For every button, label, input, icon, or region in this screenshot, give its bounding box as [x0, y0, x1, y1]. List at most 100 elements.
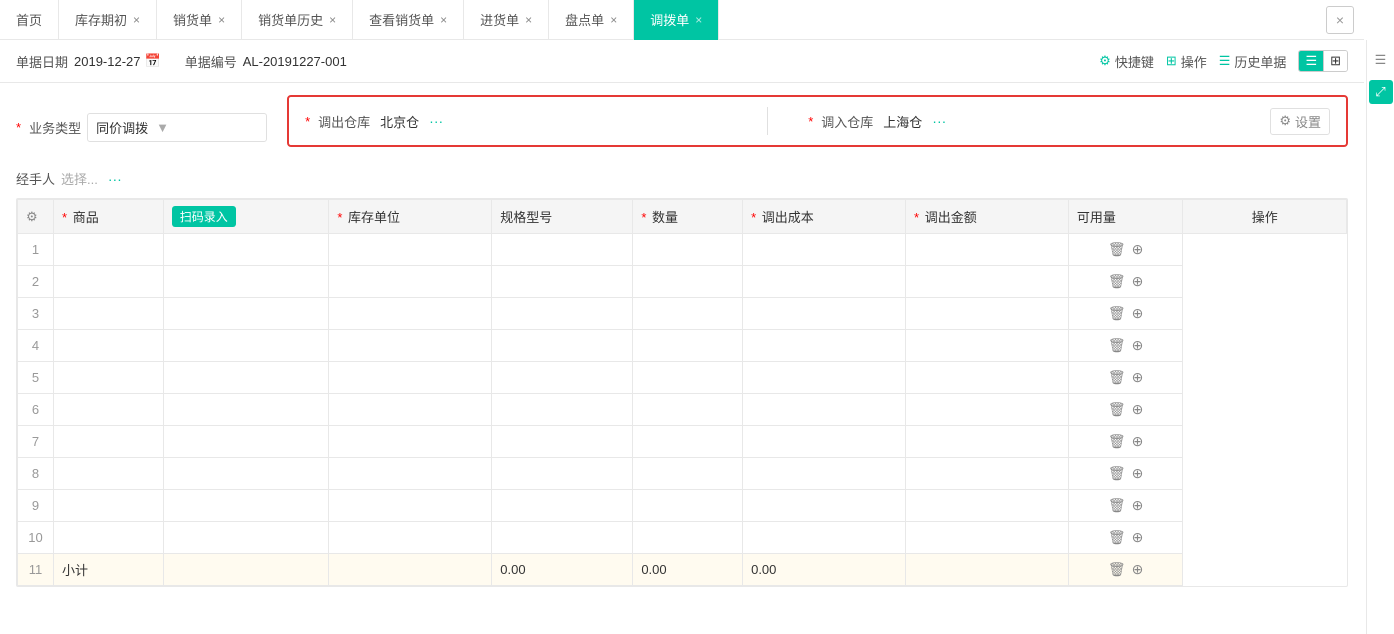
quantity-cell-10[interactable] [492, 522, 633, 554]
cost-cell-10[interactable] [633, 522, 743, 554]
scan-button[interactable]: 扫码录入 [172, 206, 236, 227]
copy-icon-3[interactable]: ⊕ [1132, 305, 1144, 322]
list-view-button[interactable]: ☰ [1299, 51, 1324, 71]
calendar-icon[interactable]: 📅 [145, 53, 161, 69]
tab-inventory-check-close[interactable]: × [610, 13, 617, 27]
copy-icon-11[interactable]: ⊕ [1132, 561, 1144, 578]
delete-icon-11[interactable]: 🗑 [1108, 561, 1126, 578]
operations-action[interactable]: ⊞ 操作 [1166, 52, 1207, 71]
quantity-cell-3[interactable] [492, 298, 633, 330]
sidebar-list-icon[interactable]: ☰ [1369, 48, 1393, 72]
business-type-row: * 业务类型 同价调拨 ▼ * 调出仓库 北京仓 ··· * 调入仓库 [16, 95, 1348, 159]
tab-inventory-init[interactable]: 库存期初 × [59, 0, 157, 40]
product-cell-1[interactable] [54, 234, 164, 266]
settings-gear-icon: ⚙ [1279, 113, 1291, 129]
amount-cell-2 [743, 266, 906, 298]
delete-icon-2[interactable]: 🗑 [1108, 273, 1126, 290]
tab-transfer-order-close[interactable]: × [695, 13, 702, 27]
history-label: 历史单据 [1234, 52, 1286, 71]
tab-inventory-check[interactable]: 盘点单 × [549, 0, 634, 40]
quantity-cell-5[interactable] [492, 362, 633, 394]
copy-icon-9[interactable]: ⊕ [1132, 497, 1144, 514]
business-type-dropdown-icon: ▼ [156, 120, 169, 135]
copy-icon-2[interactable]: ⊕ [1132, 273, 1144, 290]
tab-inventory-init-close[interactable]: × [133, 13, 140, 27]
th-scan[interactable]: 扫码录入 [163, 200, 329, 234]
cost-cell-1[interactable] [633, 234, 743, 266]
sidebar-expand-icon[interactable]: ⤢ [1369, 80, 1393, 104]
tab-sales-order[interactable]: 销货单 × [157, 0, 242, 40]
product-cell-2[interactable] [54, 266, 164, 298]
delete-icon-9[interactable]: 🗑 [1108, 497, 1126, 514]
product-cell-3[interactable] [54, 298, 164, 330]
spec-cell-1 [329, 234, 492, 266]
tab-view-sales[interactable]: 查看销货单 × [353, 0, 464, 40]
subtotal-available [906, 554, 1069, 586]
delete-icon-4[interactable]: 🗑 [1108, 337, 1126, 354]
cost-cell-4[interactable] [633, 330, 743, 362]
tab-sales-history-label: 销货单历史 [258, 10, 323, 29]
cost-cell-8[interactable] [633, 458, 743, 490]
delete-icon-7[interactable]: 🗑 [1108, 433, 1126, 450]
copy-icon-4[interactable]: ⊕ [1132, 337, 1144, 354]
table-settings-icon[interactable]: ⚙ [26, 209, 38, 224]
delete-icon-10[interactable]: 🗑 [1108, 529, 1126, 546]
shortcut-action[interactable]: ⚙ 快捷键 [1099, 52, 1154, 71]
form-body: * 业务类型 同价调拨 ▼ * 调出仓库 北京仓 ··· * 调入仓库 [0, 83, 1364, 599]
product-cell-10[interactable] [54, 522, 164, 554]
cost-cell-9[interactable] [633, 490, 743, 522]
date-value[interactable]: 2019-12-27 [74, 54, 141, 69]
grid-view-button[interactable]: ⊞ [1324, 51, 1347, 71]
quantity-cell-9[interactable] [492, 490, 633, 522]
product-cell-8[interactable] [54, 458, 164, 490]
copy-icon-1[interactable]: ⊕ [1132, 241, 1144, 258]
cost-cell-3[interactable] [633, 298, 743, 330]
cost-cell-6[interactable] [633, 394, 743, 426]
delete-icon-6[interactable]: 🗑 [1108, 401, 1126, 418]
copy-icon-8[interactable]: ⊕ [1132, 465, 1144, 482]
cost-cell-2[interactable] [633, 266, 743, 298]
actions-cell-4: 🗑 ⊕ [1068, 330, 1182, 362]
th-settings[interactable]: ⚙ [18, 200, 54, 234]
cost-cell-5[interactable] [633, 362, 743, 394]
tab-sales-history-close[interactable]: × [329, 13, 336, 27]
copy-icon-10[interactable]: ⊕ [1132, 529, 1144, 546]
window-close-button[interactable]: × [1326, 6, 1354, 34]
tab-home[interactable]: 首页 [0, 0, 59, 40]
tab-view-sales-close[interactable]: × [440, 13, 447, 27]
delete-icon-3[interactable]: 🗑 [1108, 305, 1126, 322]
delete-icon-1[interactable]: 🗑 [1108, 241, 1126, 258]
quantity-cell-2[interactable] [492, 266, 633, 298]
product-cell-5[interactable] [54, 362, 164, 394]
product-cell-4[interactable] [54, 330, 164, 362]
business-type-input[interactable]: 同价调拨 ▼ [87, 113, 267, 142]
product-cell-6[interactable] [54, 394, 164, 426]
quantity-cell-8[interactable] [492, 458, 633, 490]
copy-icon-6[interactable]: ⊕ [1132, 401, 1144, 418]
tab-transfer-order[interactable]: 调拨单 × [634, 0, 719, 40]
tab-sales-order-label: 销货单 [173, 10, 212, 29]
handler-input[interactable]: 选择... [61, 169, 98, 188]
tab-purchase-order[interactable]: 进货单 × [464, 0, 549, 40]
settings-button[interactable]: ⚙ 设置 [1270, 108, 1330, 135]
delete-icon-8[interactable]: 🗑 [1108, 465, 1126, 482]
business-type-required: * [16, 120, 21, 135]
handler-ellipsis[interactable]: ··· [108, 171, 122, 187]
quantity-cell-6[interactable] [492, 394, 633, 426]
warehouse-in-ellipsis[interactable]: ··· [932, 113, 946, 129]
tab-sales-history[interactable]: 销货单历史 × [242, 0, 353, 40]
quantity-cell-7[interactable] [492, 426, 633, 458]
header-actions: ⚙ 快捷键 ⊞ 操作 ☰ 历史单据 ☰ ⊞ [1099, 50, 1348, 72]
product-cell-7[interactable] [54, 426, 164, 458]
tab-purchase-order-close[interactable]: × [525, 13, 532, 27]
warehouse-out-ellipsis[interactable]: ··· [429, 113, 443, 129]
quantity-cell-1[interactable] [492, 234, 633, 266]
copy-icon-5[interactable]: ⊕ [1132, 369, 1144, 386]
product-cell-9[interactable] [54, 490, 164, 522]
history-action[interactable]: ☰ 历史单据 [1219, 52, 1287, 71]
cost-cell-7[interactable] [633, 426, 743, 458]
tab-sales-order-close[interactable]: × [218, 13, 225, 27]
delete-icon-5[interactable]: 🗑 [1108, 369, 1126, 386]
copy-icon-7[interactable]: ⊕ [1132, 433, 1144, 450]
quantity-cell-4[interactable] [492, 330, 633, 362]
